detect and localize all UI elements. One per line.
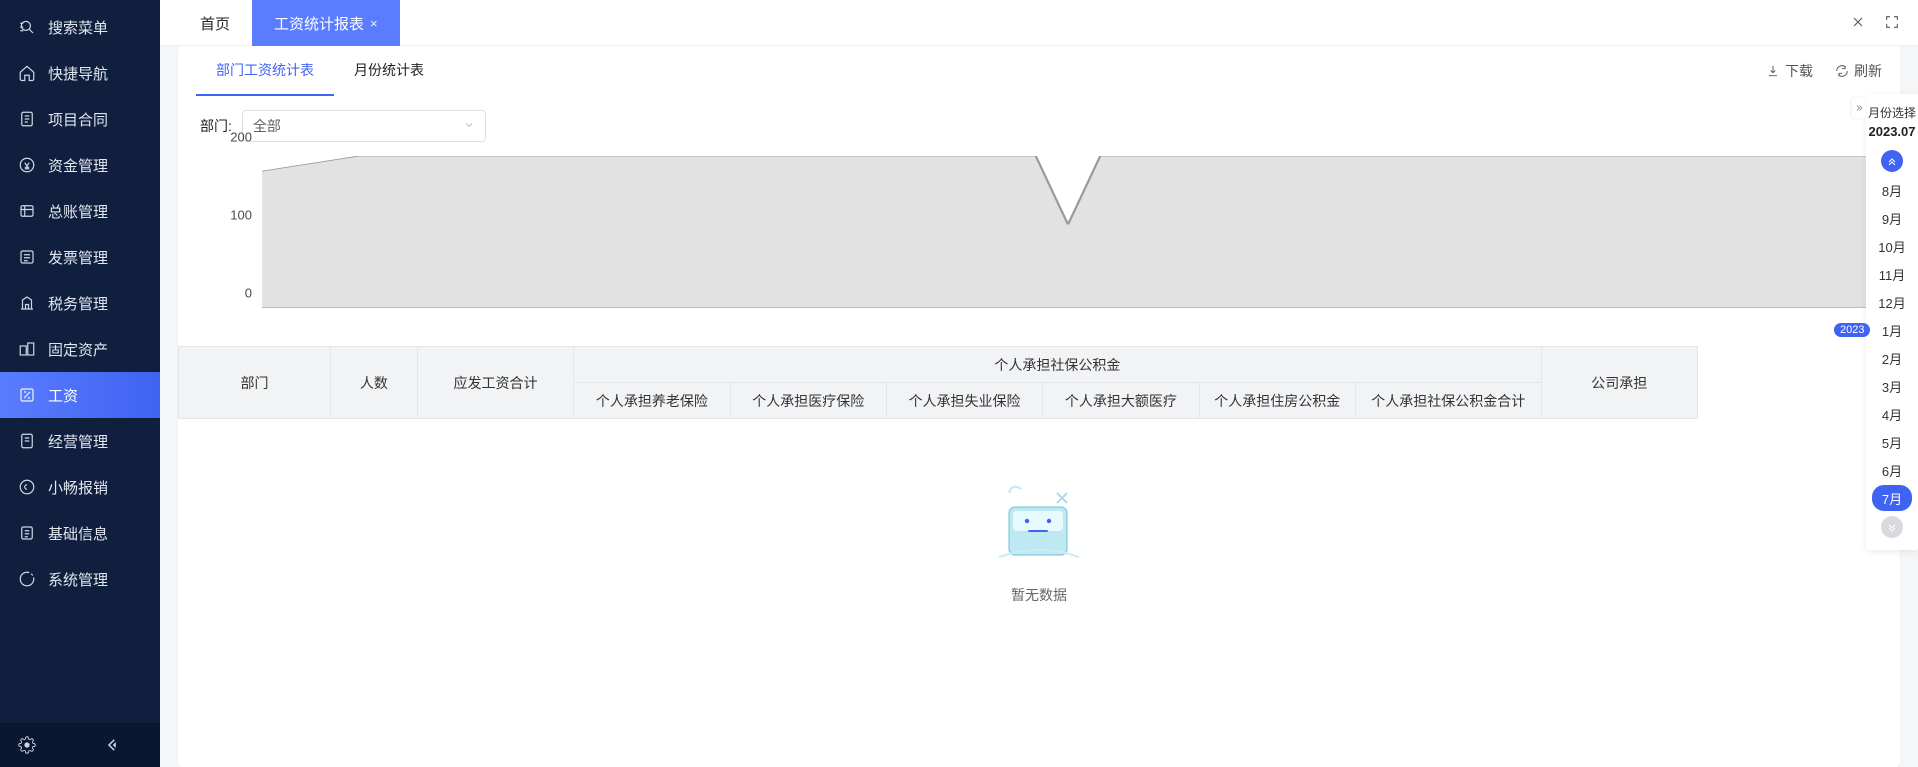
col-sub: 个人承担社保公积金合计: [1355, 383, 1541, 419]
sidebar-item-salary[interactable]: 工资: [0, 372, 160, 418]
month-picker-title: 月份选择: [1868, 104, 1916, 121]
col-company-bear-partial: 公司承担: [1541, 347, 1697, 419]
sidebar-item-label: 工资: [48, 385, 78, 406]
sidebar-item-label: 经营管理: [48, 431, 108, 452]
month-picker-year-badge: 2023: [1834, 323, 1870, 337]
month-picker-item[interactable]: 9月: [1872, 205, 1912, 231]
page-tabs-bar: 首页 工资统计报表 ×: [160, 0, 1918, 46]
refresh-button[interactable]: 刷新: [1835, 61, 1882, 81]
base-icon: [18, 524, 36, 542]
sidebar-item-tax[interactable]: 税务管理: [0, 280, 160, 326]
month-picker-current: 2023.07: [1869, 124, 1916, 139]
month-picker-down-button[interactable]: [1881, 516, 1903, 538]
collapse-sidebar-icon[interactable]: [106, 736, 124, 754]
salary-icon: [18, 386, 36, 404]
settings-icon[interactable]: [18, 736, 36, 754]
reimburse-icon: [18, 478, 36, 496]
month-picker-item[interactable]: 11月: [1872, 261, 1912, 287]
sidebar-item-label: 发票管理: [48, 247, 108, 268]
empty-state-text: 暂无数据: [1011, 585, 1067, 605]
col-sub: 个人承担大额医疗: [1043, 383, 1199, 419]
month-picker-item[interactable]: 5月: [1872, 429, 1912, 455]
department-select[interactable]: 全部: [242, 110, 486, 142]
home-icon: [18, 64, 36, 82]
page-tab[interactable]: 首页: [178, 0, 252, 46]
asset-icon: [18, 340, 36, 358]
sidebar-item-reimburse[interactable]: 小畅报销: [0, 464, 160, 510]
month-picker-item[interactable]: 7月: [1872, 485, 1912, 511]
report-panel: 部门工资统计表月份统计表 下载 刷新 部门: 全部: [178, 46, 1900, 767]
download-button[interactable]: 下载: [1766, 61, 1813, 81]
sidebar-item-home[interactable]: 快捷导航: [0, 50, 160, 96]
empty-state-illustration-icon: [979, 459, 1099, 569]
sidebar: 搜索菜单快捷导航项目合同资金管理总账管理发票管理税务管理固定资产工资经营管理小畅…: [0, 0, 160, 767]
sidebar-item-base[interactable]: 基础信息: [0, 510, 160, 556]
chart-y-tick: 0: [245, 286, 252, 301]
month-picker-item[interactable]: 3月: [1872, 373, 1912, 399]
search-icon: [18, 18, 36, 36]
tab-label: 工资统计报表: [274, 13, 364, 34]
col-total-pay: 应发工资合计: [417, 347, 573, 419]
system-icon: [18, 570, 36, 588]
tab-close-icon[interactable]: ×: [370, 16, 378, 31]
month-picker-item[interactable]: 12月: [1872, 289, 1912, 315]
page-tab[interactable]: 工资统计报表 ×: [252, 0, 400, 46]
sidebar-item-label: 固定资产: [48, 339, 108, 360]
contract-icon: [18, 110, 36, 128]
sidebar-item-label: 小畅报销: [48, 477, 108, 498]
inner-tab[interactable]: 部门工资统计表: [196, 46, 334, 96]
col-department: 部门: [179, 347, 331, 419]
chevron-down-icon: [463, 118, 475, 134]
salary-area-chart: 0100200: [200, 152, 1878, 322]
sidebar-item-label: 资金管理: [48, 155, 108, 176]
money-icon: [18, 156, 36, 174]
tabs-close-all-icon[interactable]: [1850, 14, 1866, 33]
month-picker-item[interactable]: 8月: [1872, 177, 1912, 203]
month-picker-panel: 月份选择 2023.07 8月9月10月11月12月1月20232月3月4月5月…: [1866, 94, 1918, 550]
month-picker-collapse-button[interactable]: [1852, 98, 1866, 118]
col-sub: 个人承担养老保险: [574, 383, 730, 419]
sidebar-item-label: 搜索菜单: [48, 17, 108, 38]
sidebar-item-label: 基础信息: [48, 523, 108, 544]
department-filter-label: 部门:: [200, 116, 232, 136]
sidebar-item-label: 快捷导航: [48, 63, 108, 84]
invoice-icon: [18, 248, 36, 266]
tab-label: 首页: [200, 13, 230, 34]
month-picker-item[interactable]: 1月2023: [1872, 317, 1912, 343]
sidebar-item-label: 系统管理: [48, 569, 108, 590]
salary-table: 部门 人数 应发工资合计 个人承担社保公积金 公司承担 个人承担养老保险个人承担…: [178, 346, 1698, 419]
sidebar-item-money[interactable]: 资金管理: [0, 142, 160, 188]
sidebar-item-biz[interactable]: 经营管理: [0, 418, 160, 464]
sidebar-item-invoice[interactable]: 发票管理: [0, 234, 160, 280]
col-sub: 个人承担医疗保险: [730, 383, 886, 419]
tabs-fullscreen-icon[interactable]: [1884, 14, 1900, 33]
inner-tab[interactable]: 月份统计表: [334, 46, 444, 96]
col-sub: 个人承担住房公积金: [1199, 383, 1355, 419]
chart-y-tick: 100: [230, 208, 252, 223]
month-picker-item[interactable]: 2月: [1872, 345, 1912, 371]
month-picker-item[interactable]: 10月: [1872, 233, 1912, 259]
col-sub: 个人承担失业保险: [886, 383, 1042, 419]
sidebar-item-search[interactable]: 搜索菜单: [0, 4, 160, 50]
col-headcount: 人数: [331, 347, 418, 419]
table-empty-state: 暂无数据: [178, 419, 1900, 621]
department-select-value: 全部: [253, 116, 281, 136]
tax-icon: [18, 294, 36, 312]
col-group-personal-social: 个人承担社保公积金: [574, 347, 1541, 383]
chart-y-tick: 200: [230, 130, 252, 145]
sidebar-item-ledger[interactable]: 总账管理: [0, 188, 160, 234]
month-picker-up-button[interactable]: [1881, 150, 1903, 172]
sidebar-bottom-bar: [0, 723, 160, 767]
ledger-icon: [18, 202, 36, 220]
biz-icon: [18, 432, 36, 450]
table-horizontal-scroll[interactable]: 部门 人数 应发工资合计 个人承担社保公积金 公司承担 个人承担养老保险个人承担…: [178, 346, 1900, 633]
sidebar-item-system[interactable]: 系统管理: [0, 556, 160, 602]
sidebar-item-label: 项目合同: [48, 109, 108, 130]
sidebar-item-label: 税务管理: [48, 293, 108, 314]
sidebar-item-contract[interactable]: 项目合同: [0, 96, 160, 142]
month-picker-item[interactable]: 4月: [1872, 401, 1912, 427]
sidebar-item-asset[interactable]: 固定资产: [0, 326, 160, 372]
month-picker-item[interactable]: 6月: [1872, 457, 1912, 483]
sidebar-item-label: 总账管理: [48, 201, 108, 222]
